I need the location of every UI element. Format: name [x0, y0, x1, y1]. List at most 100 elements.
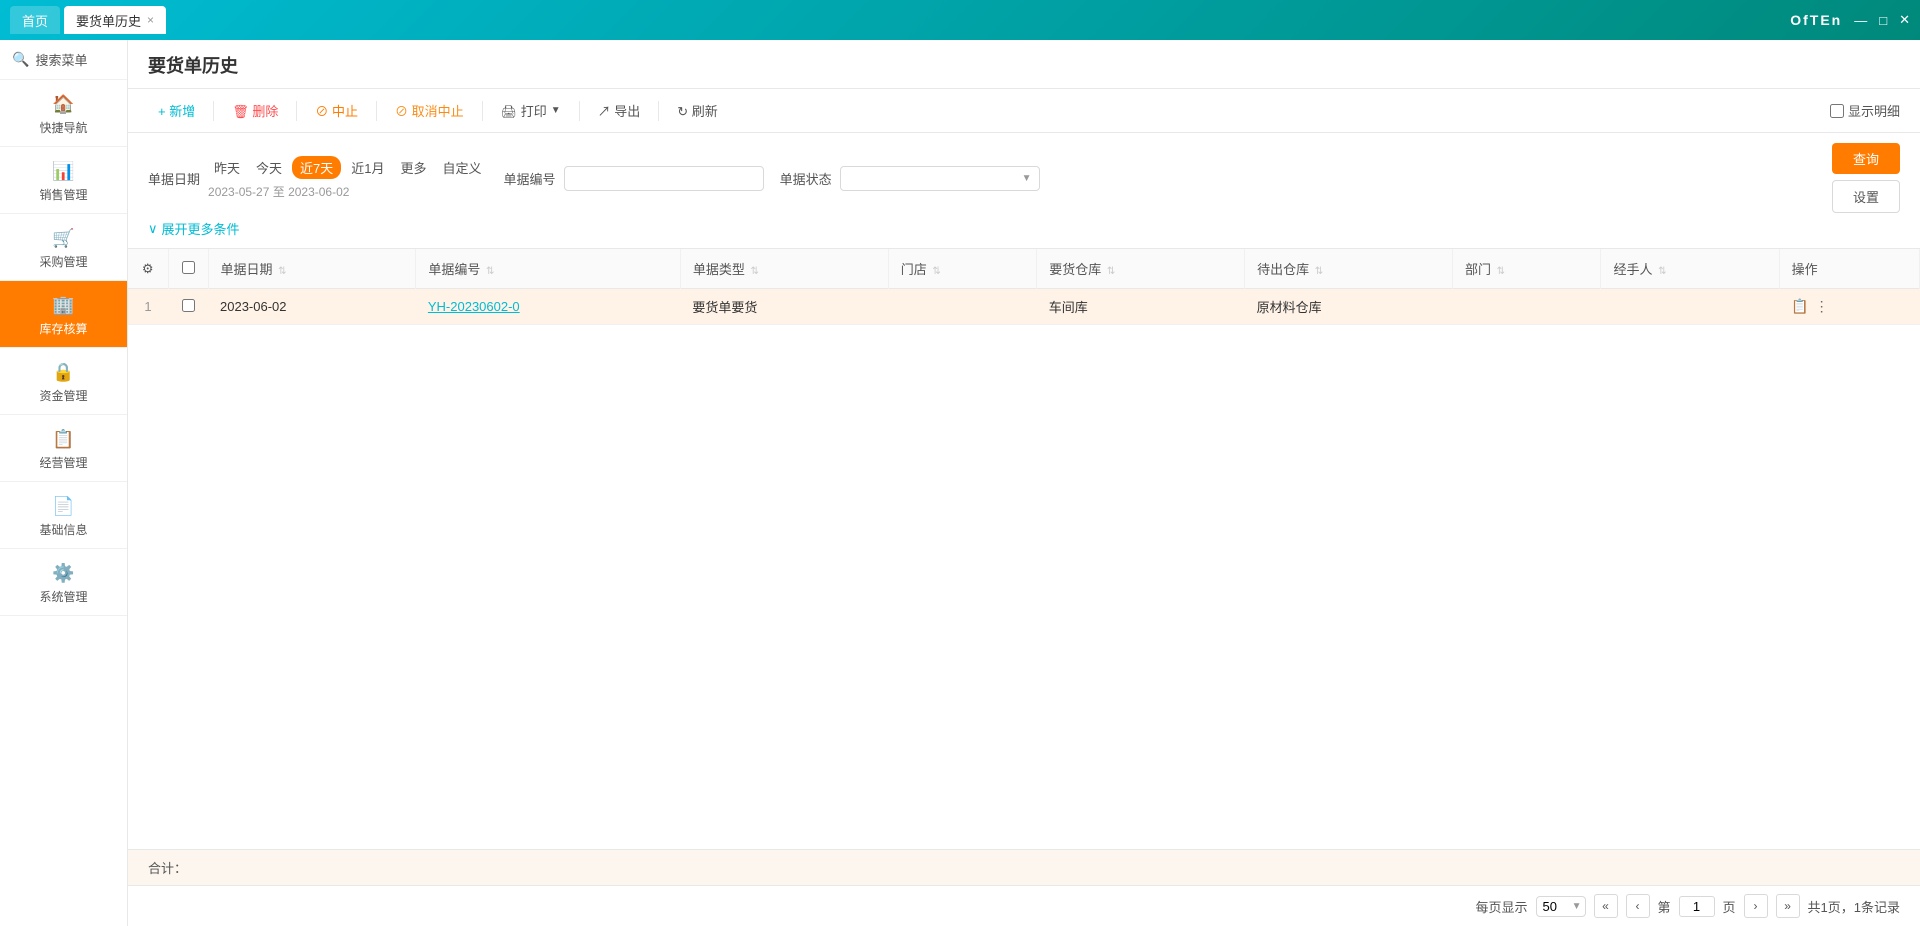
sidebar-item-quick-nav[interactable]: 🏠 快捷导航: [0, 80, 127, 147]
sidebar-item-basic-info[interactable]: 📄 基础信息: [0, 482, 127, 549]
window-maximize-icon[interactable]: □: [1879, 13, 1887, 28]
col-settings[interactable]: ⚙: [128, 249, 168, 289]
sidebar-item-operation[interactable]: 📋 经营管理: [0, 415, 127, 482]
delete-button-label: 🗑 删除: [232, 101, 278, 120]
query-button[interactable]: 查询: [1832, 143, 1900, 174]
page-title: 要货单历史: [148, 52, 1900, 78]
page-size-select[interactable]: 10 20 50 100: [1536, 896, 1586, 917]
purchase-icon: 🛒: [52, 228, 74, 249]
status-select[interactable]: [840, 166, 1040, 191]
settings-button[interactable]: 设置: [1832, 180, 1900, 213]
sidebar-item-label-inventory: 库存核算: [39, 320, 87, 337]
pagination-info: 共1页，1条记录: [1808, 897, 1900, 916]
date-more[interactable]: 更多: [395, 156, 433, 179]
add-button-label: + 新增: [158, 101, 195, 120]
row-more-icon[interactable]: ⋮: [1815, 298, 1829, 315]
date-range-display: 2023-05-27 至 2023-06-02: [208, 183, 488, 200]
row-checkbox[interactable]: [182, 299, 195, 312]
filter-area: 单据日期 昨天 今天 近7天 近1月 更多 自定义 2023-05-27 至 2…: [128, 133, 1920, 249]
separator-3: [376, 101, 377, 121]
sidebar-item-system[interactable]: ⚙️ 系统管理: [0, 549, 127, 616]
tab-close-icon[interactable]: ×: [147, 13, 154, 27]
col-checkbox[interactable]: [168, 249, 208, 289]
first-page-button[interactable]: «: [1594, 894, 1618, 918]
sidebar-item-sales[interactable]: 📊 销售管理: [0, 147, 127, 214]
print-button-label: 🖨 打印: [501, 101, 547, 120]
export-button-label: ↗ 导出: [598, 101, 641, 120]
sidebar-item-label-finance: 资金管理: [39, 387, 87, 404]
select-all-checkbox[interactable]: [182, 261, 195, 274]
refresh-button[interactable]: ↻ 刷新: [667, 97, 728, 124]
separator-1: [213, 101, 214, 121]
action-buttons: 查询 设置: [1832, 143, 1900, 213]
sort-type-icon: ⇅: [750, 266, 758, 277]
sidebar: 🔍 搜索菜单 🏠 快捷导航 📊 销售管理 🛒 采购管理 🏢 库存核算 🔒 资金管…: [0, 40, 128, 926]
prev-page-button[interactable]: ‹: [1626, 894, 1650, 918]
sidebar-item-label-purchase: 采购管理: [39, 253, 87, 270]
sidebar-item-label-quick-nav: 快捷导航: [39, 119, 87, 136]
separator-5: [579, 101, 580, 121]
window-close-icon[interactable]: ✕: [1899, 12, 1910, 28]
col-pending-warehouse[interactable]: 待出仓库 ⇅: [1245, 249, 1453, 289]
print-button[interactable]: 🖨 打印 ▼: [491, 97, 571, 124]
sidebar-item-inventory[interactable]: 🏢 库存核算: [0, 281, 127, 348]
top-bar: 首页 要货单历史 × OfTEn — □ ✕: [0, 0, 1920, 40]
tab-home[interactable]: 首页: [10, 6, 60, 34]
date-custom[interactable]: 自定义: [437, 156, 488, 179]
table-body: 1 2023-06-02 YH-20230602-0 要货单要货: [128, 289, 1920, 325]
separator-4: [482, 101, 483, 121]
sidebar-item-label-basic-info: 基础信息: [39, 521, 87, 538]
doc-number-input[interactable]: [564, 166, 764, 191]
page-size-label: 每页显示: [1475, 897, 1527, 916]
main-layout: 🔍 搜索菜单 🏠 快捷导航 📊 销售管理 🛒 采购管理 🏢 库存核算 🔒 资金管…: [0, 40, 1920, 926]
window-minimize-icon[interactable]: —: [1854, 13, 1867, 28]
home-icon: 🏠: [52, 94, 74, 115]
col-number[interactable]: 单据编号 ⇅: [416, 249, 680, 289]
search-icon: 🔍: [12, 51, 29, 68]
stop-button[interactable]: ⊘ 中止: [305, 97, 368, 124]
cancel-stop-button[interactable]: ⊘ 取消中止: [385, 97, 474, 124]
page-label-before: 第: [1658, 897, 1671, 916]
col-handler[interactable]: 经手人 ⇅: [1601, 249, 1779, 289]
date-yesterday[interactable]: 昨天: [208, 156, 246, 179]
row-edit-icon[interactable]: 📋: [1791, 298, 1808, 315]
sidebar-search[interactable]: 🔍 搜索菜单: [0, 40, 127, 80]
page-number-input[interactable]: [1679, 896, 1715, 917]
print-dropdown-icon[interactable]: ▼: [551, 105, 561, 116]
add-button[interactable]: + 新增: [148, 97, 205, 124]
row-req-warehouse: 车间库: [1037, 289, 1245, 325]
next-page-button[interactable]: ›: [1744, 894, 1768, 918]
show-detail-toggle[interactable]: 显示明细: [1830, 101, 1900, 120]
doc-number-filter-group: 单据编号: [504, 166, 764, 191]
table-container: ⚙ 单据日期 ⇅ 单据编号 ⇅ 单据类型: [128, 249, 1920, 849]
sidebar-item-finance[interactable]: 🔒 资金管理: [0, 348, 127, 415]
separator-2: [296, 101, 297, 121]
row-checkbox-cell[interactable]: [168, 289, 208, 325]
col-date[interactable]: 单据日期 ⇅: [208, 249, 416, 289]
delete-button[interactable]: 🗑 删除: [222, 97, 288, 124]
expand-more-label: 展开更多条件: [162, 219, 240, 238]
col-req-warehouse[interactable]: 要货仓库 ⇅: [1037, 249, 1245, 289]
col-store[interactable]: 门店 ⇅: [888, 249, 1037, 289]
sidebar-item-purchase[interactable]: 🛒 采购管理: [0, 214, 127, 281]
date-last7days[interactable]: 近7天: [292, 156, 341, 179]
show-detail-label: 显示明细: [1848, 101, 1900, 120]
expand-more[interactable]: ∨ 展开更多条件: [148, 219, 1900, 238]
col-dept[interactable]: 部门 ⇅: [1452, 249, 1601, 289]
page-label-after: 页: [1723, 897, 1736, 916]
date-last1month[interactable]: 近1月: [345, 156, 390, 179]
last-page-button[interactable]: »: [1776, 894, 1800, 918]
table-row: 1 2023-06-02 YH-20230602-0 要货单要货: [128, 289, 1920, 325]
basic-info-icon: 📄: [52, 496, 74, 517]
sort-date-icon: ⇅: [278, 266, 286, 277]
tab-purchase-history[interactable]: 要货单历史 ×: [64, 6, 166, 34]
doc-number-label: 单据编号: [504, 169, 556, 188]
col-type[interactable]: 单据类型 ⇅: [680, 249, 888, 289]
row-number-link[interactable]: YH-20230602-0: [416, 289, 680, 325]
row-pending-warehouse: 原材料仓库: [1245, 289, 1453, 325]
export-button[interactable]: ↗ 导出: [588, 97, 651, 124]
row-date: 2023-06-02: [208, 289, 416, 325]
date-today[interactable]: 今天: [250, 156, 288, 179]
show-detail-checkbox[interactable]: [1830, 104, 1844, 118]
chevron-down-icon: ∨: [148, 221, 158, 237]
